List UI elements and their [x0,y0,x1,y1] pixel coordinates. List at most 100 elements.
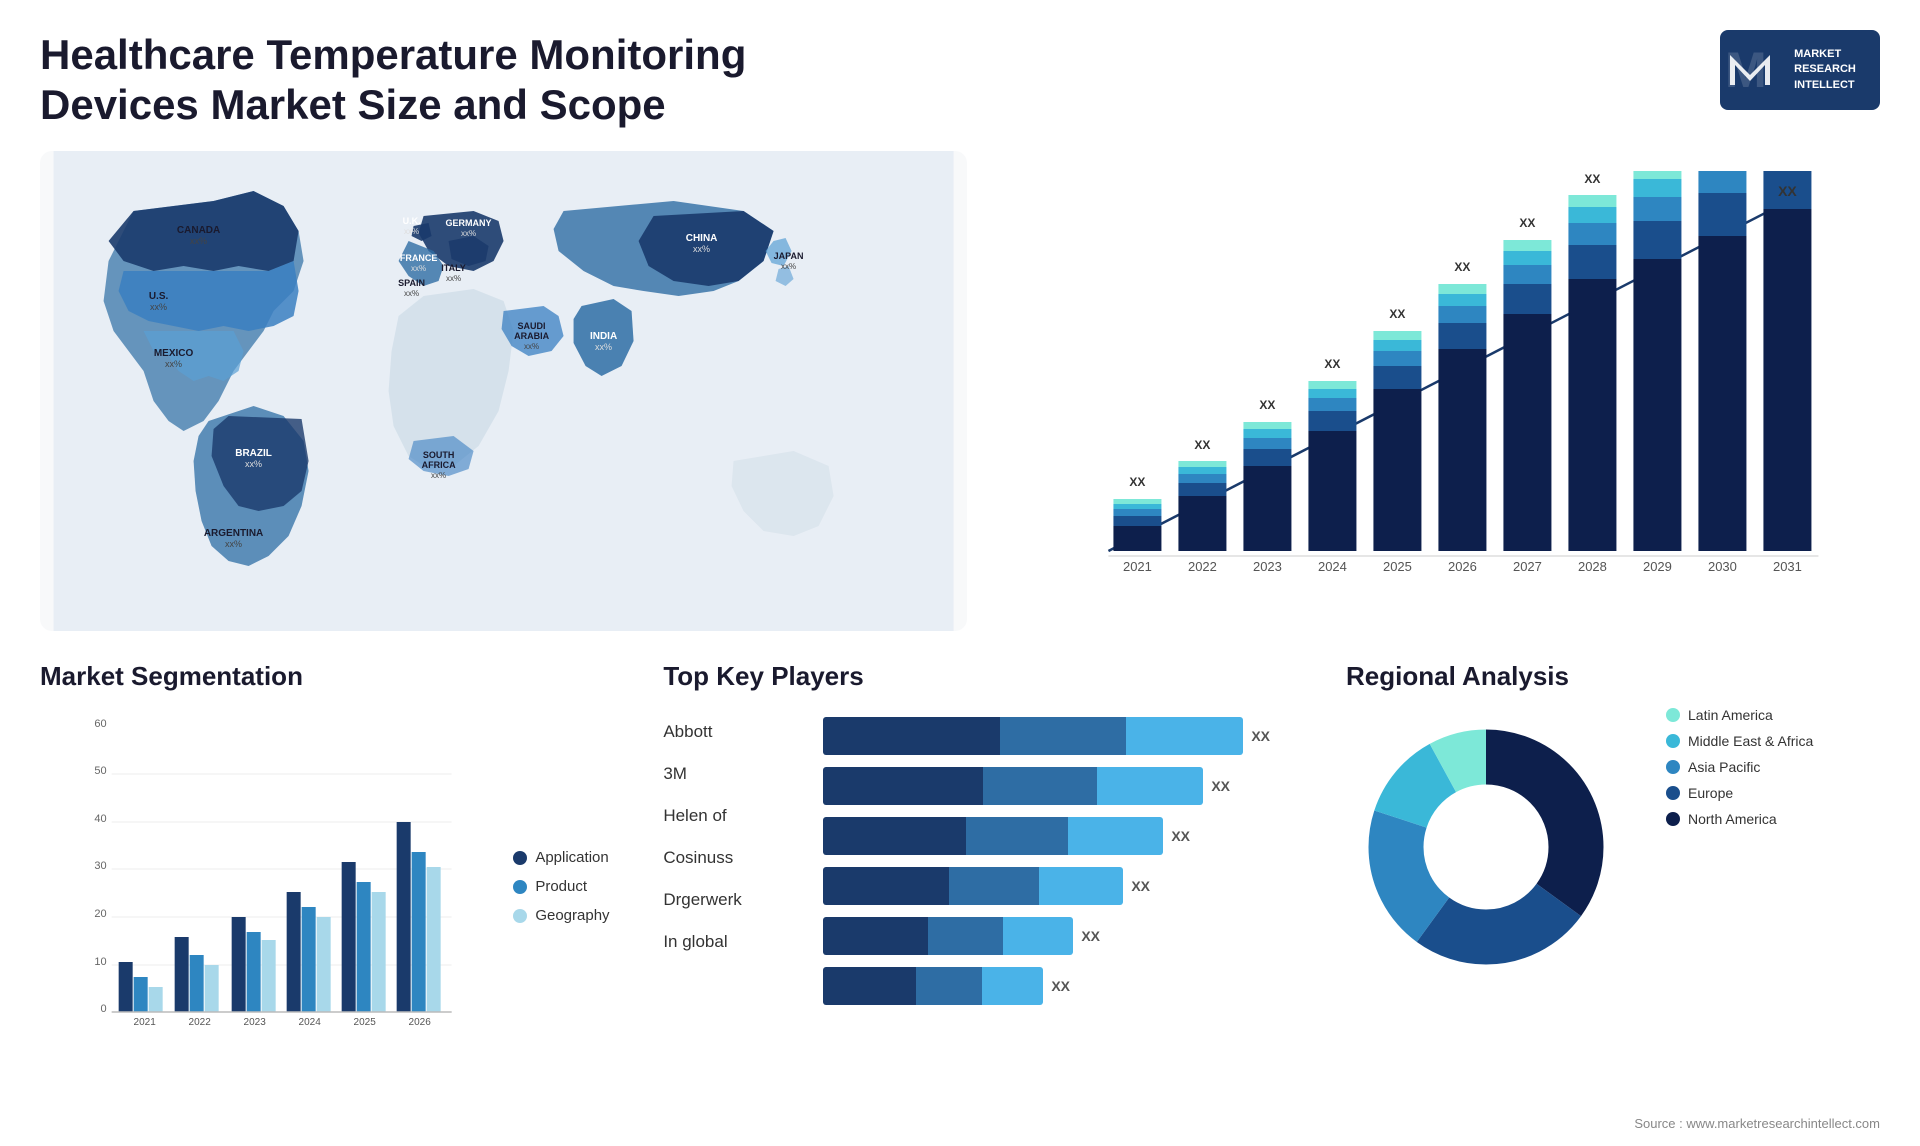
svg-text:ARGENTINA: ARGENTINA [204,528,263,539]
players-name-list: Abbott 3M Helen of Cosinuss Drgerwerk In… [663,707,803,1005]
svg-text:2026: 2026 [1448,559,1477,574]
legend-europe: Europe [1666,785,1813,801]
dot-middle-east [1666,734,1680,748]
svg-text:XX: XX [1195,438,1211,452]
segmentation-content: 0 10 20 30 40 50 60 [40,707,633,1067]
svg-text:xx%: xx% [225,539,242,549]
svg-text:U.K.: U.K. [403,216,421,226]
legend-asia-pacific: Asia Pacific [1666,759,1813,775]
svg-text:XX: XX [1778,183,1797,199]
svg-text:2024: 2024 [1318,559,1347,574]
svg-text:60: 60 [94,718,106,730]
players-title: Top Key Players [663,661,1316,692]
svg-text:xx%: xx% [461,229,476,238]
logo-text-block: MARKET RESEARCH INTELLECT [1794,47,1856,93]
svg-text:2029: 2029 [1643,559,1672,574]
chart-section: XX XX XX [997,151,1880,631]
player-bar-helen [823,817,1163,855]
logo-area: M MARKET RESEARCH INTELLECT [1720,30,1880,110]
bottom-row: Market Segmentation 0 10 20 30 40 50 60 [40,661,1880,1101]
svg-text:XX: XX [1585,172,1601,186]
svg-text:xx%: xx% [781,262,796,271]
label-latin-america: Latin America [1688,707,1773,723]
svg-text:xx%: xx% [404,289,419,298]
dot-north-america [1666,812,1680,826]
legend-geography: Geography [513,907,633,924]
player-3m: 3M [663,764,803,784]
bar-chart-svg: XX XX XX [1017,171,1860,611]
donut-chart [1346,707,1626,987]
world-map: CANADA xx% U.S. xx% MEXICO xx% BRAZIL xx… [40,151,967,631]
svg-text:INDIA: INDIA [590,331,617,342]
svg-text:U.S.: U.S. [149,291,169,302]
map-section: CANADA xx% U.S. xx% MEXICO xx% BRAZIL xx… [40,151,967,631]
logo-box: M MARKET RESEARCH INTELLECT [1720,30,1880,110]
player-value-helen: XX [1171,828,1190,844]
svg-text:SAUDI: SAUDI [518,321,546,331]
player-bar-drgerwerk [823,917,1073,955]
svg-text:ARABIA: ARABIA [514,331,549,341]
segmentation-chart: 0 10 20 30 40 50 60 [40,707,493,1067]
legend-product: Product [513,878,633,895]
svg-text:2024: 2024 [299,1017,322,1028]
player-bar-row-3m: XX [823,767,1316,805]
svg-text:xx%: xx% [595,342,612,352]
regional-section: Regional Analysis [1346,661,1880,1101]
regional-legend: Latin America Middle East & Africa Asia … [1666,707,1813,827]
page-container: Healthcare Temperature Monitoring Device… [0,0,1920,1146]
legend-label-application: Application [535,849,608,866]
svg-text:CHINA: CHINA [686,233,718,244]
legend-dot-application [513,851,527,865]
svg-text:xx%: xx% [411,264,426,273]
dot-asia-pacific [1666,760,1680,774]
player-bar-cosinuss [823,867,1123,905]
players-bar-list: XX XX [823,707,1316,1005]
players-section: Top Key Players Abbott 3M Helen of Cosin… [663,661,1316,1101]
donut-svg [1346,707,1626,987]
svg-text:30: 30 [94,860,106,872]
segmentation-legend: Application Product Geography [513,707,633,1067]
svg-text:SOUTH: SOUTH [423,450,455,460]
svg-text:2023: 2023 [244,1017,267,1028]
svg-text:MEXICO: MEXICO [154,348,194,359]
player-bar-3m [823,767,1203,805]
svg-text:XX: XX [1325,357,1341,371]
regional-title: Regional Analysis [1346,661,1880,692]
svg-text:2021: 2021 [134,1017,157,1028]
dot-europe [1666,786,1680,800]
svg-text:xx%: xx% [165,359,182,369]
legend-dot-product [513,880,527,894]
svg-text:GERMANY: GERMANY [446,218,492,228]
svg-text:20: 20 [94,908,106,920]
player-bar-abbott [823,717,1243,755]
player-bar-row-inglobal: XX [823,967,1316,1005]
svg-text:2026: 2026 [409,1017,432,1028]
svg-text:2025: 2025 [354,1017,377,1028]
legend-application: Application [513,849,633,866]
svg-text:xx%: xx% [150,302,167,312]
svg-text:xx%: xx% [245,459,262,469]
player-bar-inglobal [823,967,1043,1005]
label-middle-east: Middle East & Africa [1688,733,1813,749]
legend-middle-east: Middle East & Africa [1666,733,1813,749]
svg-text:xx%: xx% [431,471,446,480]
map-svg: CANADA xx% U.S. xx% MEXICO xx% BRAZIL xx… [40,151,967,631]
player-value-cosinuss: XX [1131,878,1150,894]
legend-label-product: Product [535,878,587,895]
logo-line1: MARKET [1794,47,1856,62]
svg-text:2028: 2028 [1578,559,1607,574]
legend-dot-geography [513,909,527,923]
svg-text:10: 10 [94,956,106,968]
player-abbott: Abbott [663,722,803,742]
svg-text:xx%: xx% [524,342,539,351]
page-title: Healthcare Temperature Monitoring Device… [40,30,840,131]
svg-text:XX: XX [1520,216,1536,230]
player-value-abbott: XX [1251,728,1270,744]
svg-text:FRANCE: FRANCE [400,253,438,263]
legend-north-america: North America [1666,811,1813,827]
svg-text:SPAIN: SPAIN [398,278,425,288]
regional-inner: Latin America Middle East & Africa Asia … [1346,707,1880,987]
svg-text:50: 50 [94,765,106,777]
svg-text:2022: 2022 [1188,559,1217,574]
bar-chart-area: XX XX XX [1017,171,1860,611]
